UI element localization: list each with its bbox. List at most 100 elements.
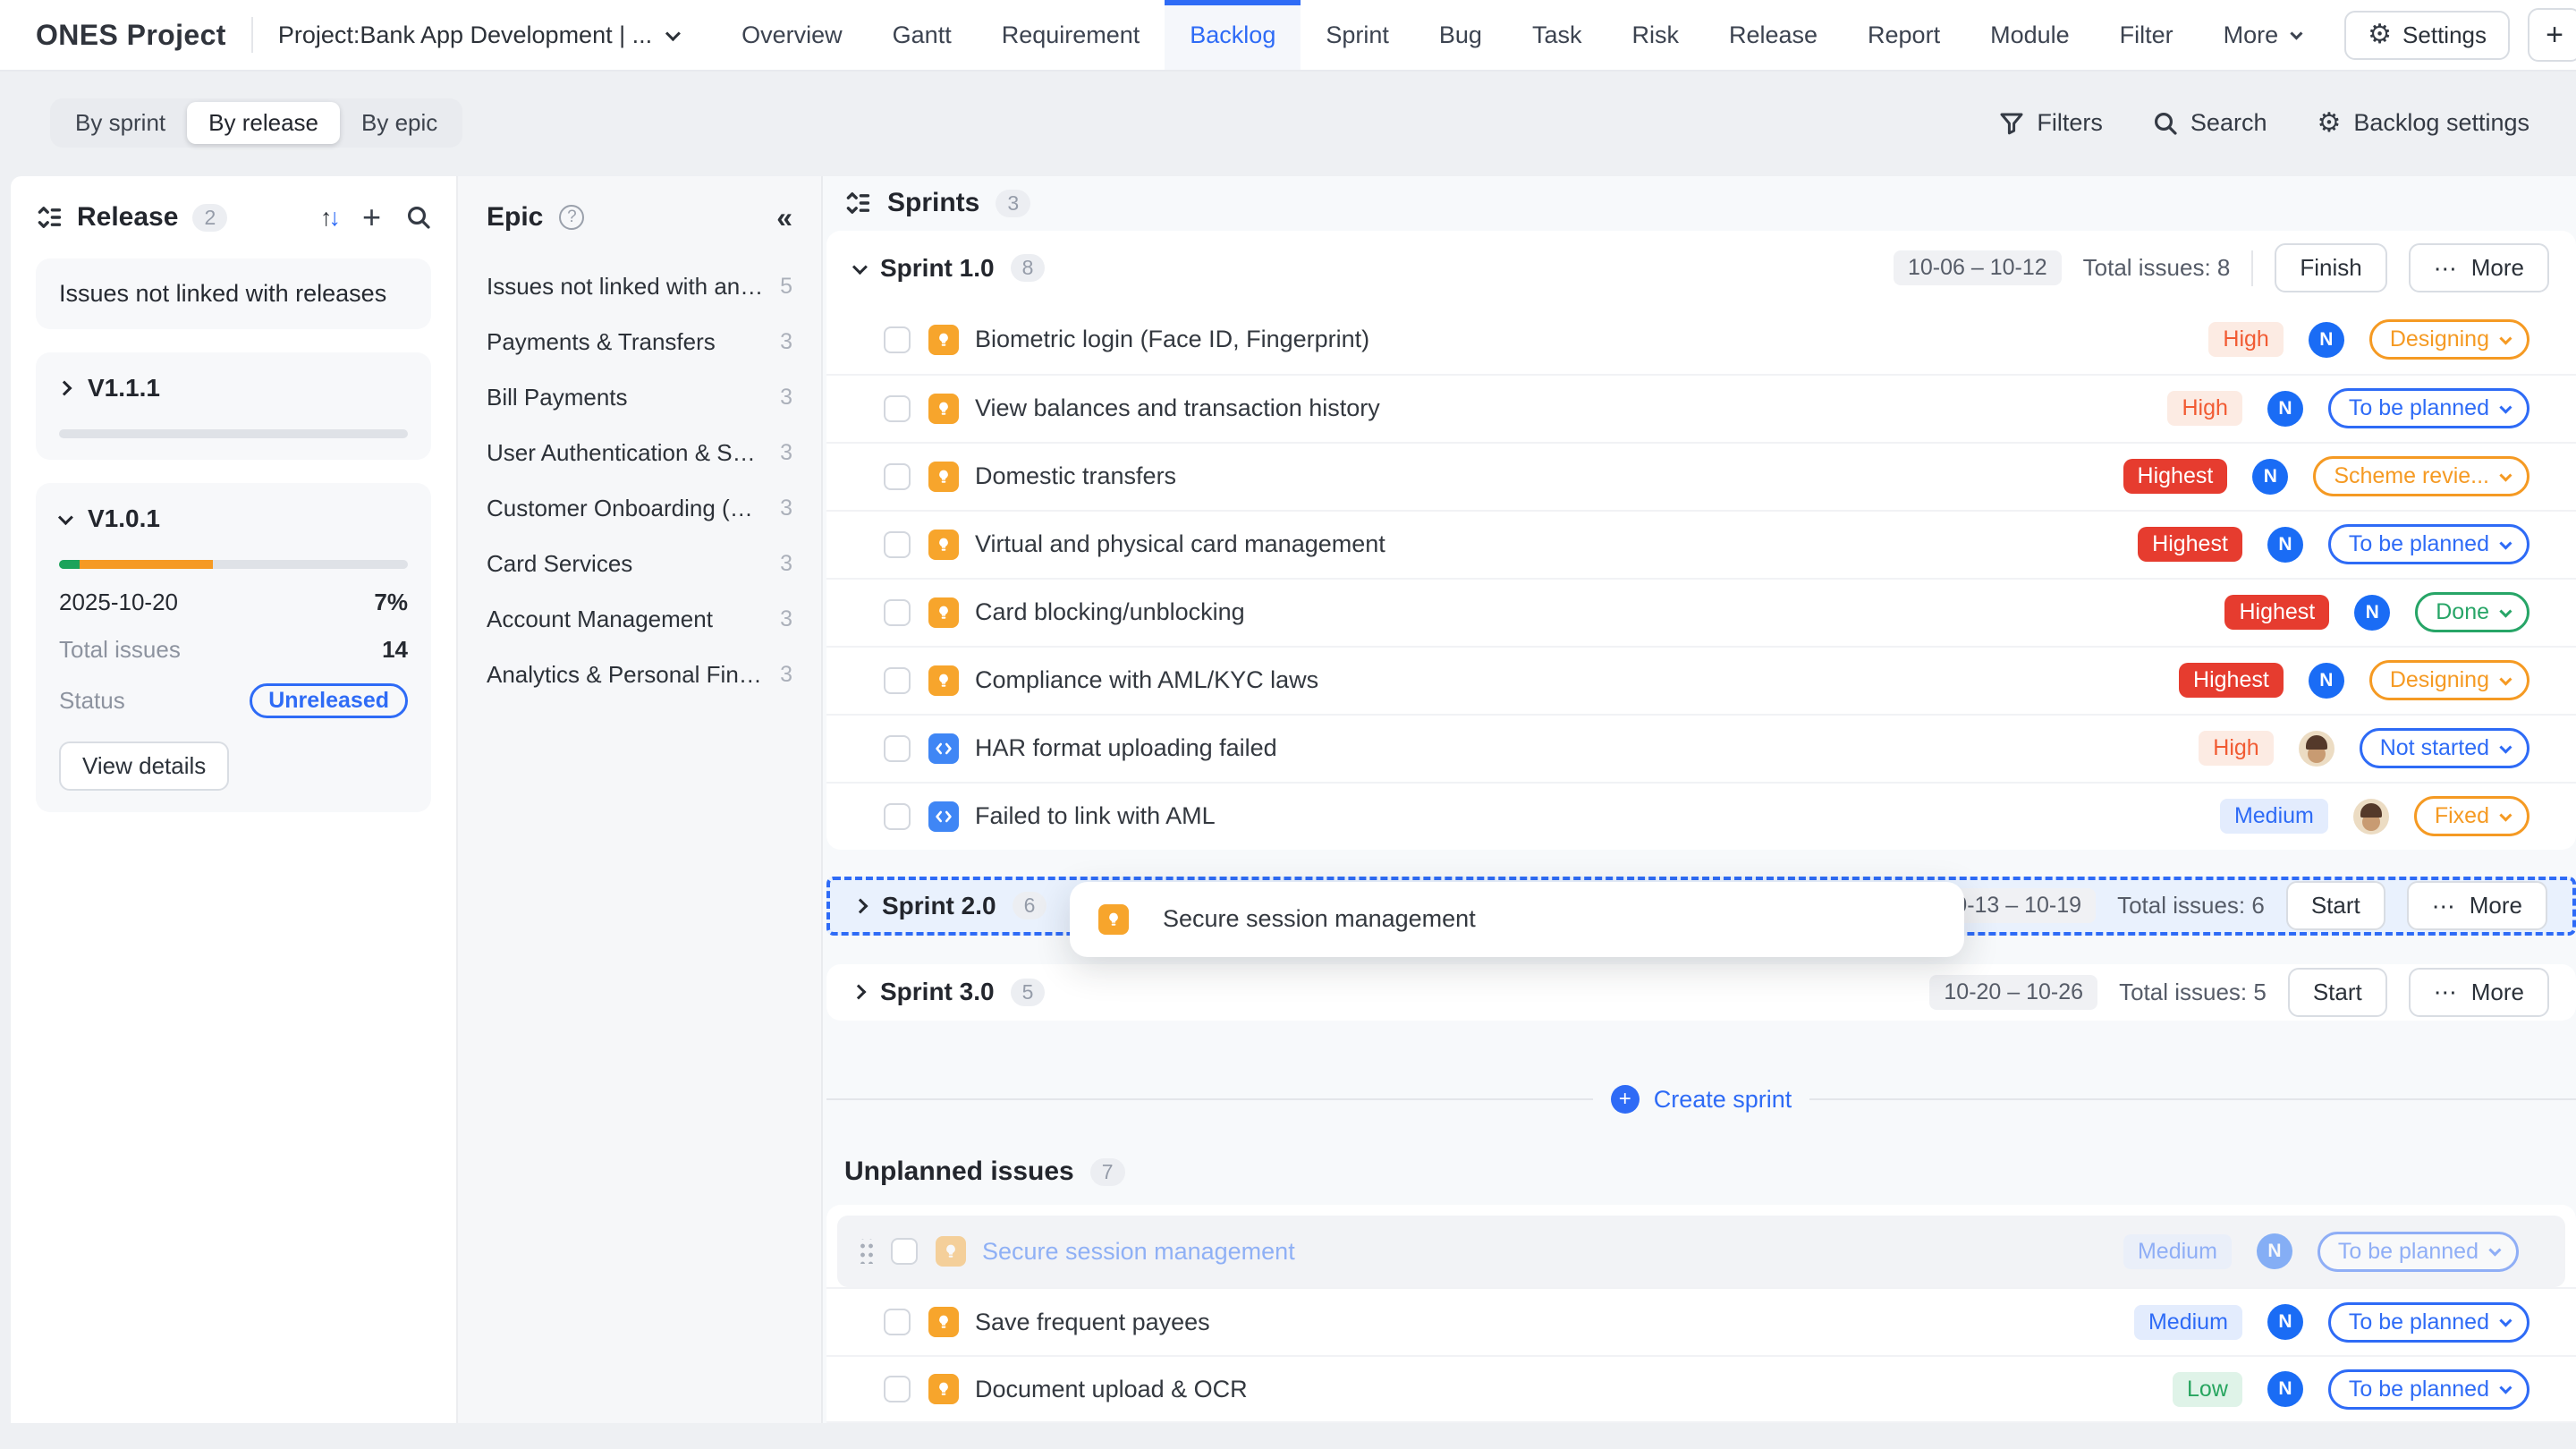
- create-sprint-button[interactable]: + Create sprint: [1610, 1085, 1792, 1114]
- collapse-panel-icon[interactable]: «: [776, 203, 792, 232]
- status-dropdown[interactable]: Scheme revie...: [2313, 456, 2529, 497]
- issue-row[interactable]: Biometric login (Face ID, Fingerprint) H…: [826, 306, 2576, 374]
- release-card-v111[interactable]: V1.1.1: [36, 352, 431, 460]
- issue-checkbox[interactable]: [884, 734, 911, 762]
- tab-overview[interactable]: Overview: [716, 0, 868, 70]
- issue-checkbox[interactable]: [884, 666, 911, 694]
- sprint-1-more-button[interactable]: ⋯ More: [2408, 243, 2549, 293]
- tab-gantt[interactable]: Gantt: [868, 0, 977, 70]
- sort-icon[interactable]: ↑↓: [320, 204, 341, 232]
- issue-title[interactable]: Biometric login (Face ID, Fingerprint): [975, 326, 1369, 353]
- status-dropdown[interactable]: Designing: [2368, 319, 2529, 360]
- assignee-avatar[interactable]: N: [2308, 321, 2344, 358]
- add-release-button[interactable]: +: [362, 201, 381, 233]
- issue-title[interactable]: Failed to link with AML: [975, 802, 1216, 830]
- sprint-1-header[interactable]: Sprint 1.0 8 10-06 – 10-12 Total issues:…: [826, 231, 2576, 306]
- tab-requirement[interactable]: Requirement: [977, 0, 1165, 70]
- issue-row[interactable]: Domestic transfers Highest N Scheme revi…: [826, 441, 2576, 510]
- tab-more[interactable]: More: [2199, 0, 2326, 70]
- settings-button[interactable]: ⚙ Settings: [2344, 10, 2510, 60]
- issue-title[interactable]: Secure session management: [982, 1238, 1295, 1266]
- issue-checkbox[interactable]: [884, 530, 911, 558]
- issue-title[interactable]: Document upload & OCR: [975, 1376, 1248, 1403]
- app-logo[interactable]: ONES Project: [36, 0, 226, 70]
- status-dropdown[interactable]: To be planned: [2327, 524, 2529, 565]
- tab-report[interactable]: Report: [1843, 0, 1965, 70]
- assignee-avatar[interactable]: N: [2252, 458, 2289, 495]
- epic-item-customer-onboarding[interactable]: Customer Onboarding (KYC) 3: [458, 480, 821, 536]
- issue-row[interactable]: Failed to link with AML Medium Fixed: [826, 781, 2576, 850]
- issue-row[interactable]: Document upload & OCR Low N To be planne…: [826, 1355, 2576, 1423]
- issue-row[interactable]: Card blocking/unblocking Highest N Done: [826, 577, 2576, 646]
- issue-checkbox[interactable]: [884, 598, 911, 626]
- tab-release[interactable]: Release: [1704, 0, 1843, 70]
- status-dropdown[interactable]: Done: [2415, 592, 2529, 633]
- epic-item-account-management[interactable]: Account Management 3: [458, 591, 821, 647]
- tab-module[interactable]: Module: [1965, 0, 2095, 70]
- user-avatar[interactable]: [2298, 730, 2334, 767]
- assignee-avatar[interactable]: N: [2267, 1371, 2303, 1407]
- tab-bug[interactable]: Bug: [1414, 0, 1507, 70]
- assignee-avatar[interactable]: N: [2267, 390, 2303, 427]
- issue-checkbox[interactable]: [884, 1309, 911, 1335]
- status-dropdown[interactable]: To be planned: [2327, 388, 2529, 429]
- issue-title[interactable]: Card blocking/unblocking: [975, 598, 1245, 626]
- sprint-2-more-button[interactable]: ⋯ More: [2406, 881, 2547, 931]
- view-details-button[interactable]: View details: [59, 741, 230, 791]
- epic-item-unlinked[interactable]: Issues not linked with an epics 5: [458, 258, 821, 314]
- status-dropdown[interactable]: Designing: [2368, 660, 2529, 701]
- sprint-3-more-button[interactable]: ⋯ More: [2408, 967, 2549, 1017]
- dragged-issue-card[interactable]: Secure session management: [1070, 881, 1964, 957]
- issue-title[interactable]: Compliance with AML/KYC laws: [975, 666, 1318, 694]
- add-button[interactable]: +: [2528, 8, 2576, 62]
- tab-filter[interactable]: Filter: [2095, 0, 2199, 70]
- status-dropdown[interactable]: Not started: [2359, 728, 2529, 769]
- status-dropdown[interactable]: To be planned: [2327, 1368, 2529, 1410]
- help-icon[interactable]: ?: [559, 205, 585, 230]
- issue-row[interactable]: HAR format uploading failed High Not sta…: [826, 713, 2576, 782]
- search-release-icon[interactable]: [406, 205, 431, 230]
- assignee-avatar[interactable]: N: [2256, 1233, 2292, 1269]
- issue-title[interactable]: HAR format uploading failed: [975, 734, 1277, 762]
- issue-row[interactable]: Save frequent payees Medium N To be plan…: [826, 1287, 2576, 1355]
- epic-item-card-services[interactable]: Card Services 3: [458, 536, 821, 591]
- issue-checkbox[interactable]: [884, 802, 911, 830]
- mode-by-epic[interactable]: By epic: [340, 102, 459, 144]
- sprint-3-card[interactable]: Sprint 3.0 5 10-20 – 10-26 Total issues:…: [826, 963, 2576, 1021]
- issue-title[interactable]: Save frequent payees: [975, 1309, 1210, 1336]
- tab-sprint[interactable]: Sprint: [1301, 0, 1414, 70]
- issue-row-drag-source[interactable]: Secure session management Medium N To be…: [837, 1216, 2565, 1287]
- backlog-settings-button[interactable]: ⚙ Backlog settings: [2317, 109, 2529, 137]
- issue-checkbox[interactable]: [884, 462, 911, 490]
- issue-checkbox[interactable]: [884, 326, 911, 353]
- tab-task[interactable]: Task: [1507, 0, 1607, 70]
- issue-title[interactable]: View balances and transaction history: [975, 394, 1380, 422]
- issue-checkbox[interactable]: [884, 1376, 911, 1402]
- start-sprint-button[interactable]: Start: [2287, 967, 2387, 1017]
- epic-item-user-auth-security[interactable]: User Authentication & Security 3: [458, 425, 821, 480]
- assignee-avatar[interactable]: N: [2308, 662, 2344, 699]
- tab-risk[interactable]: Risk: [1606, 0, 1704, 70]
- mode-by-release[interactable]: By release: [187, 102, 340, 144]
- assignee-avatar[interactable]: N: [2267, 1304, 2303, 1340]
- start-sprint-button[interactable]: Start: [2285, 881, 2385, 931]
- issue-title[interactable]: Virtual and physical card management: [975, 530, 1385, 558]
- finish-sprint-button[interactable]: Finish: [2275, 243, 2387, 293]
- tab-backlog[interactable]: Backlog: [1165, 0, 1301, 70]
- status-dropdown[interactable]: Fixed: [2413, 796, 2529, 837]
- assignee-avatar[interactable]: N: [2354, 594, 2391, 631]
- unlinked-releases-card[interactable]: Issues not linked with releases: [36, 258, 431, 329]
- user-avatar[interactable]: [2352, 798, 2389, 835]
- issue-title[interactable]: Domestic transfers: [975, 462, 1176, 490]
- release-v101-header[interactable]: V1.0.1: [57, 504, 408, 533]
- epic-item-analytics-finance[interactable]: Analytics & Personal Finance 3: [458, 647, 821, 702]
- mode-by-sprint[interactable]: By sprint: [54, 102, 187, 144]
- epic-item-bill-payments[interactable]: Bill Payments 3: [458, 369, 821, 425]
- filters-button[interactable]: Filters: [1999, 109, 2103, 137]
- epic-item-payments-transfers[interactable]: Payments & Transfers 3: [458, 314, 821, 369]
- release-card-v101[interactable]: V1.0.1 2025-10-20 7% Total issues 14 Sta…: [36, 483, 431, 812]
- release-v111-header[interactable]: V1.1.1: [56, 374, 408, 402]
- issue-row[interactable]: Compliance with AML/KYC laws Highest N D…: [826, 645, 2576, 714]
- status-dropdown[interactable]: To be planned: [2327, 1301, 2529, 1343]
- issue-checkbox[interactable]: [891, 1238, 918, 1265]
